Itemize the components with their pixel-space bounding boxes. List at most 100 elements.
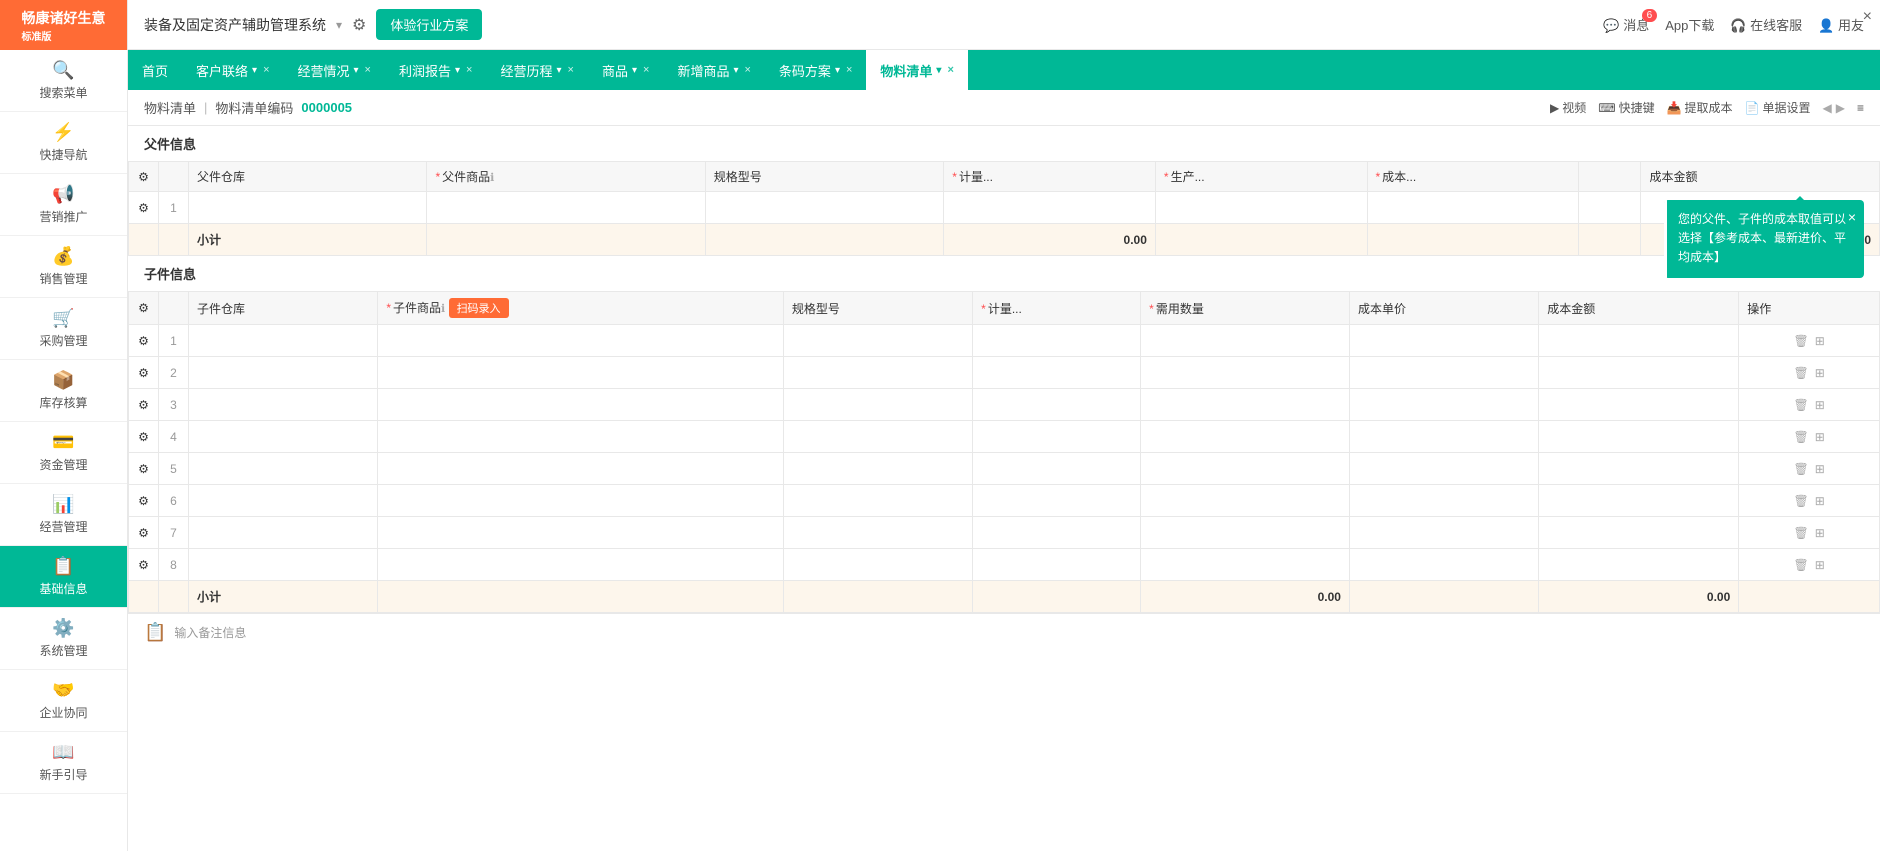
tab-barcode[interactable]: 条码方案▾× <box>765 50 866 90</box>
tab-close-goods[interactable]: × <box>643 64 649 76</box>
sidebar-item-guide[interactable]: 📖 新手引导 <box>0 732 127 794</box>
child-qty-6[interactable] <box>973 485 1141 517</box>
child-needed-3[interactable] <box>1141 389 1350 421</box>
parent-row-gear[interactable]: ⚙ <box>129 192 159 224</box>
child-row-gear-4[interactable]: ⚙ <box>129 421 159 453</box>
child-needed-7[interactable] <box>1141 517 1350 549</box>
sidebar-item-marketing[interactable]: 📢 营销推广 <box>0 174 127 236</box>
child-needed-1[interactable] <box>1141 325 1350 357</box>
child-warehouse-1[interactable] <box>189 325 378 357</box>
child-spec-1[interactable] <box>783 325 972 357</box>
scan-input-button[interactable]: 扫码录入 <box>449 298 509 318</box>
delete-icon-5[interactable]: 🗑 <box>1793 462 1808 476</box>
sidebar-item-basic[interactable]: 📋 基础信息 <box>0 546 127 608</box>
action-cost[interactable]: 📥 提取成本 <box>1667 99 1733 116</box>
child-unitcost-5[interactable] <box>1349 453 1538 485</box>
tab-home[interactable]: 首页 <box>128 50 182 90</box>
child-qty-1[interactable] <box>973 325 1141 357</box>
delete-icon-7[interactable]: 🗑 <box>1793 526 1808 540</box>
tab-close-history[interactable]: × <box>568 64 574 76</box>
trial-button[interactable]: 体验行业方案 <box>376 9 482 40</box>
tab-operations[interactable]: 经营情况▾× <box>284 50 385 90</box>
child-product-8[interactable] <box>378 549 783 581</box>
tab-customer[interactable]: 客户联络▾× <box>182 50 283 90</box>
child-row-gear-2[interactable]: ⚙ <box>129 357 159 389</box>
child-col-gear[interactable]: ⚙ <box>129 292 159 325</box>
child-needed-2[interactable] <box>1141 357 1350 389</box>
next-arrow-icon[interactable]: ▶ <box>1836 101 1845 115</box>
child-unitcost-7[interactable] <box>1349 517 1538 549</box>
child-unitcost-8[interactable] <box>1349 549 1538 581</box>
child-warehouse-8[interactable] <box>189 549 378 581</box>
gear-icon[interactable]: ⚙ <box>352 15 366 35</box>
child-product-7[interactable] <box>378 517 783 549</box>
child-product-5[interactable] <box>378 453 783 485</box>
child-qty-7[interactable] <box>973 517 1141 549</box>
child-warehouse-7[interactable] <box>189 517 378 549</box>
child-spec-8[interactable] <box>783 549 972 581</box>
tab-close-bom[interactable]: × <box>947 64 953 76</box>
child-spec-6[interactable] <box>783 485 972 517</box>
parent-qty-cell[interactable] <box>944 192 1156 224</box>
delete-icon-6[interactable]: 🗑 <box>1793 494 1808 508</box>
child-unitcost-1[interactable] <box>1349 325 1538 357</box>
tab-close-customer[interactable]: × <box>263 64 269 76</box>
child-row-gear-6[interactable]: ⚙ <box>129 485 159 517</box>
child-unitcost-2[interactable] <box>1349 357 1538 389</box>
child-spec-7[interactable] <box>783 517 972 549</box>
tab-goods[interactable]: 商品▾× <box>588 50 663 90</box>
copy-icon-8[interactable]: ⊞ <box>1815 558 1825 572</box>
action-view[interactable]: ▶ 视频 <box>1550 99 1586 116</box>
sidebar-item-finance[interactable]: 💳 资金管理 <box>0 422 127 484</box>
child-product-6[interactable] <box>378 485 783 517</box>
child-qty-4[interactable] <box>973 421 1141 453</box>
child-row-gear-1[interactable]: ⚙ <box>129 325 159 357</box>
app-download-link[interactable]: App下载 <box>1665 15 1714 34</box>
child-spec-5[interactable] <box>783 453 972 485</box>
menu-icon[interactable]: ≡ <box>1857 101 1864 115</box>
parent-col-gear[interactable]: ⚙ <box>129 162 159 192</box>
child-product-1[interactable] <box>378 325 783 357</box>
sidebar-item-system[interactable]: ⚙️ 系统管理 <box>0 608 127 670</box>
child-unitcost-3[interactable] <box>1349 389 1538 421</box>
parent-product-cell[interactable] <box>427 192 705 224</box>
parent-spec-cell[interactable] <box>705 192 943 224</box>
delete-icon-3[interactable]: 🗑 <box>1793 398 1808 412</box>
action-settings[interactable]: 📄 单据设置 <box>1745 99 1811 116</box>
sidebar-item-operations[interactable]: 📊 经营管理 <box>0 484 127 546</box>
sidebar-item-inventory[interactable]: 📦 库存核算 <box>0 360 127 422</box>
parent-warehouse-cell[interactable] <box>189 192 427 224</box>
child-qty-8[interactable] <box>973 549 1141 581</box>
action-shortcut[interactable]: ⌨ 快捷键 <box>1598 99 1654 116</box>
delete-icon-2[interactable]: 🗑 <box>1793 366 1808 380</box>
dropdown-arrow-icon[interactable]: ▾ <box>336 18 342 32</box>
parent-produce-cell[interactable] <box>1155 192 1367 224</box>
copy-icon-1[interactable]: ⊞ <box>1815 334 1825 348</box>
copy-icon-2[interactable]: ⊞ <box>1815 366 1825 380</box>
online-service-link[interactable]: 🎧 在线客服 <box>1730 15 1802 34</box>
tab-close-barcode[interactable]: × <box>846 64 852 76</box>
copy-icon-7[interactable]: ⊞ <box>1815 526 1825 540</box>
child-spec-3[interactable] <box>783 389 972 421</box>
tab-history[interactable]: 经营历程▾× <box>486 50 587 90</box>
tab-bom[interactable]: 物料清单▾× <box>866 50 967 90</box>
tab-close-addgoods[interactable]: × <box>744 64 750 76</box>
copy-icon-4[interactable]: ⊞ <box>1815 430 1825 444</box>
sidebar-item-sales[interactable]: 💰 销售管理 <box>0 236 127 298</box>
sidebar-item-purchase[interactable]: 🛒 采购管理 <box>0 298 127 360</box>
child-product-4[interactable] <box>378 421 783 453</box>
sidebar-item-quick[interactable]: ⚡ 快捷导航 <box>0 112 127 174</box>
copy-icon-6[interactable]: ⊞ <box>1815 494 1825 508</box>
child-warehouse-4[interactable] <box>189 421 378 453</box>
child-needed-5[interactable] <box>1141 453 1350 485</box>
parent-cost-cell[interactable] <box>1367 192 1579 224</box>
child-qty-5[interactable] <box>973 453 1141 485</box>
child-row-gear-5[interactable]: ⚙ <box>129 453 159 485</box>
tab-profit[interactable]: 利润报告▾× <box>385 50 486 90</box>
child-spec-4[interactable] <box>783 421 972 453</box>
child-unitcost-6[interactable] <box>1349 485 1538 517</box>
tooltip-close-button[interactable]: × <box>1848 206 1856 228</box>
child-warehouse-6[interactable] <box>189 485 378 517</box>
child-qty-2[interactable] <box>973 357 1141 389</box>
remark-hint[interactable]: 输入备注信息 <box>174 624 246 641</box>
